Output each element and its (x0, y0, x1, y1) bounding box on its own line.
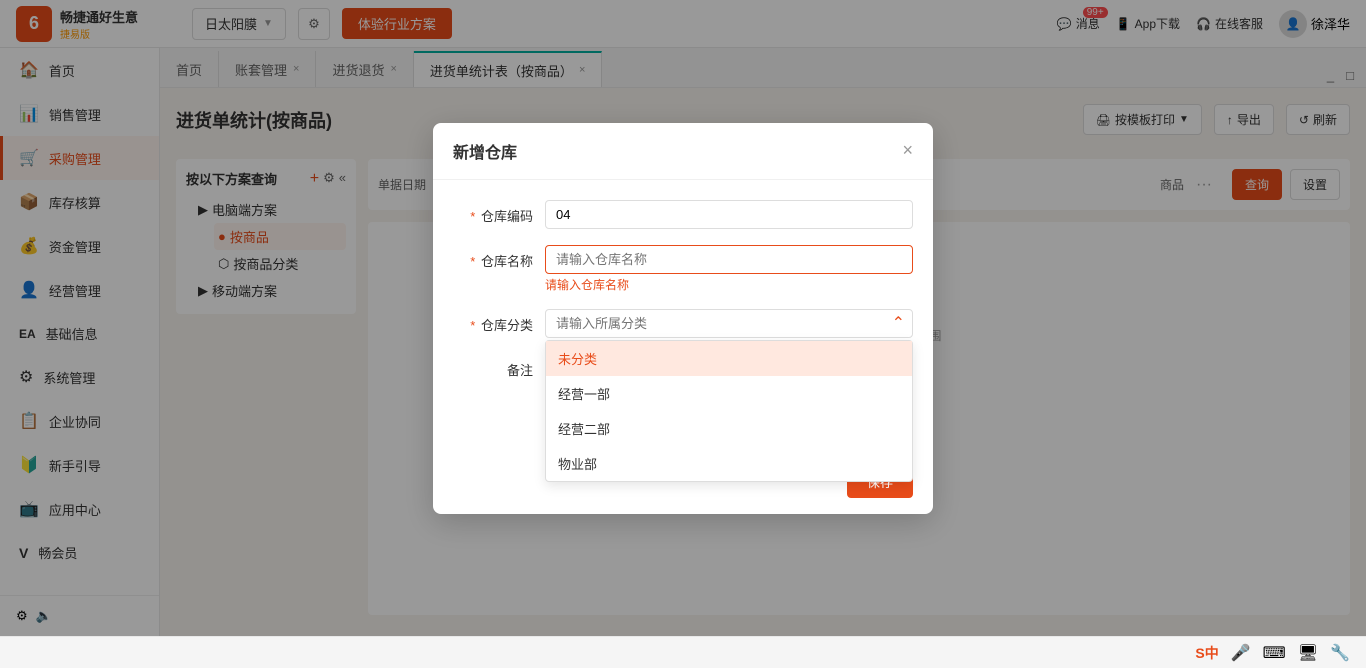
modal-header: 新增仓库 × (433, 123, 933, 180)
category-label: * 仓库分类 (453, 309, 533, 334)
modal-body: * 仓库编码 * 仓库名称 请输入仓库名称 (433, 180, 933, 453)
category-option-dept2[interactable]: 经营二部 (546, 411, 912, 446)
category-option-dept1[interactable]: 经营一部 (546, 376, 912, 411)
name-required: * (470, 254, 475, 269)
modal-title: 新增仓库 (453, 139, 517, 163)
settings-icon[interactable]: 🔧 (1330, 643, 1350, 663)
keyboard-icon[interactable]: ⌨ (1263, 643, 1286, 663)
modal-close-button[interactable]: × (902, 140, 913, 161)
category-option-uncategorized[interactable]: 未分类 (546, 341, 912, 376)
category-required: * (470, 318, 475, 333)
name-error-msg: 请输入仓库名称 (545, 276, 913, 293)
code-required: * (470, 209, 475, 224)
form-item-code: * 仓库编码 (453, 200, 913, 229)
status-bar: S中 🎤 ⌨ 🖥 🔧 (0, 636, 1366, 668)
category-control: ⌃ 未分类 经营一部 经营二部 物业部 (545, 309, 913, 338)
monitor-icon[interactable]: 🖥 (1298, 643, 1318, 663)
name-control: 请输入仓库名称 (545, 245, 913, 293)
form-item-category: * 仓库分类 ⌃ 未分类 经营一部 经营二部 物业部 (453, 309, 913, 338)
modal-overlay: 新增仓库 × * 仓库编码 * 仓库名称 (0, 0, 1366, 636)
category-dropdown-menu: 未分类 经营一部 经营二部 物业部 (545, 340, 913, 482)
note-label: 备注 (453, 354, 533, 379)
category-input[interactable] (545, 309, 913, 338)
warehouse-name-input[interactable] (545, 245, 913, 274)
name-label: * 仓库名称 (453, 245, 533, 270)
sougou-icon: S中 (1195, 643, 1218, 663)
warehouse-code-input[interactable] (545, 200, 913, 229)
code-label: * 仓库编码 (453, 200, 533, 225)
mic-icon[interactable]: 🎤 (1231, 643, 1251, 663)
form-item-name: * 仓库名称 请输入仓库名称 (453, 245, 913, 293)
code-control (545, 200, 913, 229)
new-warehouse-modal: 新增仓库 × * 仓库编码 * 仓库名称 (433, 123, 933, 514)
category-option-property[interactable]: 物业部 (546, 446, 912, 481)
